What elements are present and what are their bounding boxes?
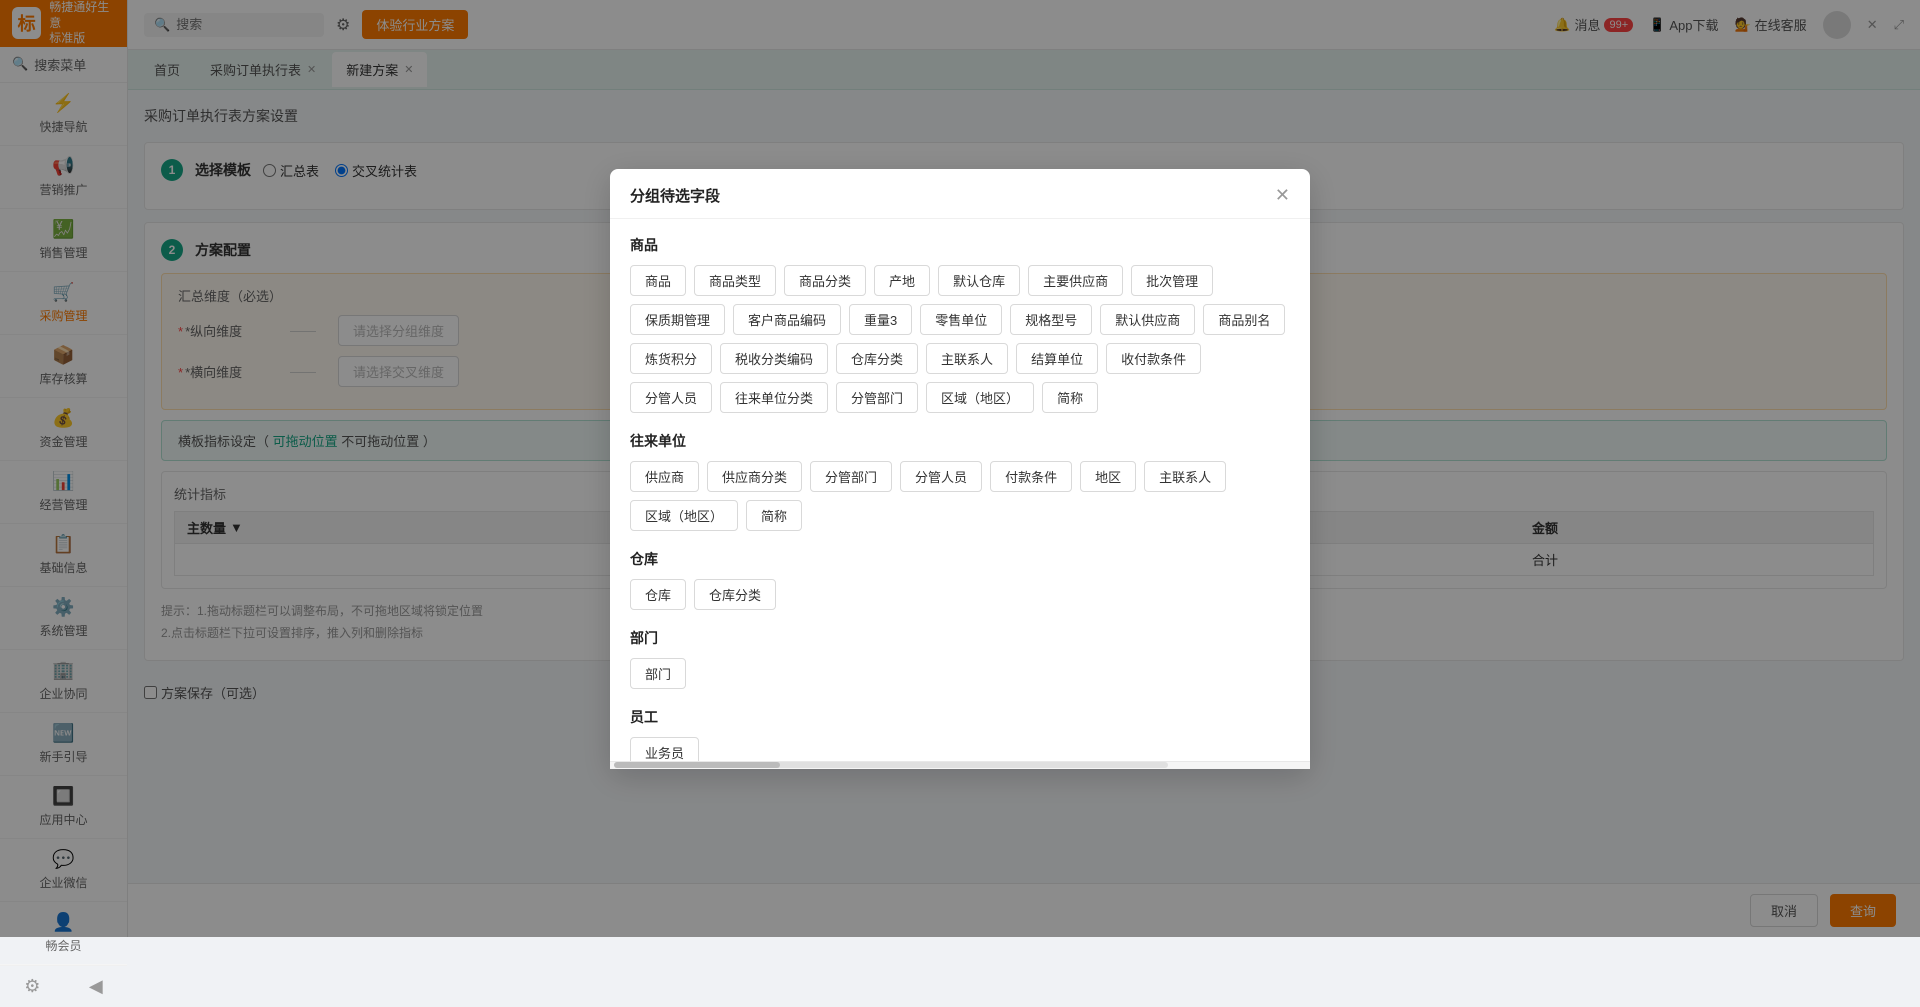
modal-overlay: 分组待选字段 ✕ 商品 商品 商品类型 商品分类 产地 默认仓库 主要供应商 批…: [0, 0, 1920, 937]
field-tag[interactable]: 商品类型: [694, 265, 776, 296]
warehouse-field-tags: 仓库 仓库分类: [630, 579, 1290, 610]
field-tag[interactable]: 批次管理: [1131, 265, 1213, 296]
field-tag[interactable]: 炼货积分: [630, 343, 712, 374]
field-tag[interactable]: 分管人员: [630, 382, 712, 413]
field-tag[interactable]: 规格型号: [1010, 304, 1092, 335]
field-tag[interactable]: 默认供应商: [1100, 304, 1195, 335]
partner-field-tags: 供应商 供应商分类 分管部门 分管人员 付款条件 地区 主联系人 区域（地区） …: [630, 461, 1290, 531]
section-department-title: 部门: [630, 628, 1290, 648]
modal-hscroll-bar[interactable]: [610, 761, 1310, 769]
field-tag[interactable]: 结算单位: [1016, 343, 1098, 374]
field-tag[interactable]: 供应商分类: [707, 461, 802, 492]
section-partner-title: 往来单位: [630, 431, 1290, 451]
section-warehouse: 仓库 仓库 仓库分类: [630, 549, 1290, 610]
field-tag[interactable]: 仓库分类: [836, 343, 918, 374]
field-tag[interactable]: 商品: [630, 265, 686, 296]
field-tag[interactable]: 重量3: [849, 304, 912, 335]
field-tag[interactable]: 零售单位: [920, 304, 1002, 335]
sidebar-bottom: ⚙ ◀: [0, 965, 127, 1007]
field-tag[interactable]: 产地: [874, 265, 930, 296]
field-tag[interactable]: 业务员: [630, 737, 699, 761]
sidebar-settings-button[interactable]: ⚙: [24, 976, 40, 997]
field-tag[interactable]: 往来单位分类: [720, 382, 828, 413]
field-tag[interactable]: 主联系人: [926, 343, 1008, 374]
field-tag[interactable]: 默认仓库: [938, 265, 1020, 296]
field-tag[interactable]: 供应商: [630, 461, 699, 492]
section-warehouse-title: 仓库: [630, 549, 1290, 569]
field-tag[interactable]: 主联系人: [1144, 461, 1226, 492]
section-goods-title: 商品: [630, 235, 1290, 255]
sidebar-audio-button[interactable]: ◀: [89, 976, 103, 997]
field-tag[interactable]: 分管人员: [900, 461, 982, 492]
field-tag[interactable]: 客户商品编码: [733, 304, 841, 335]
section-employee-title: 员工: [630, 707, 1290, 727]
modal-title: 分组待选字段: [630, 185, 720, 206]
section-partner: 往来单位 供应商 供应商分类 分管部门 分管人员 付款条件 地区 主联系人 区域…: [630, 431, 1290, 531]
field-tag[interactable]: 税收分类编码: [720, 343, 828, 374]
modal-body: 商品 商品 商品类型 商品分类 产地 默认仓库 主要供应商 批次管理 保质期管理…: [610, 219, 1310, 761]
field-tag[interactable]: 商品分类: [784, 265, 866, 296]
field-tag[interactable]: 分管部门: [810, 461, 892, 492]
goods-field-tags: 商品 商品类型 商品分类 产地 默认仓库 主要供应商 批次管理 保质期管理 客户…: [630, 265, 1290, 413]
section-department: 部门 部门: [630, 628, 1290, 689]
field-tag[interactable]: 简称: [746, 500, 802, 531]
field-tag[interactable]: 简称: [1042, 382, 1098, 413]
section-goods: 商品 商品 商品类型 商品分类 产地 默认仓库 主要供应商 批次管理 保质期管理…: [630, 235, 1290, 413]
field-tag[interactable]: 主要供应商: [1028, 265, 1123, 296]
field-tag[interactable]: 商品别名: [1203, 304, 1285, 335]
field-tag[interactable]: 部门: [630, 658, 686, 689]
field-tag[interactable]: 仓库: [630, 579, 686, 610]
employee-field-tags: 业务员: [630, 737, 1290, 761]
modal-header: 分组待选字段 ✕: [610, 169, 1310, 219]
field-tag[interactable]: 仓库分类: [694, 579, 776, 610]
field-tag[interactable]: 地区: [1080, 461, 1136, 492]
field-tag[interactable]: 区域（地区）: [926, 382, 1034, 413]
field-tag[interactable]: 收付款条件: [1106, 343, 1201, 374]
modal-close-button[interactable]: ✕: [1275, 185, 1290, 206]
field-tag[interactable]: 付款条件: [990, 461, 1072, 492]
department-field-tags: 部门: [630, 658, 1290, 689]
section-employee: 员工 业务员: [630, 707, 1290, 761]
field-tag[interactable]: 分管部门: [836, 382, 918, 413]
field-tag[interactable]: 保质期管理: [630, 304, 725, 335]
field-tag[interactable]: 区域（地区）: [630, 500, 738, 531]
field-select-modal: 分组待选字段 ✕ 商品 商品 商品类型 商品分类 产地 默认仓库 主要供应商 批…: [610, 169, 1310, 769]
